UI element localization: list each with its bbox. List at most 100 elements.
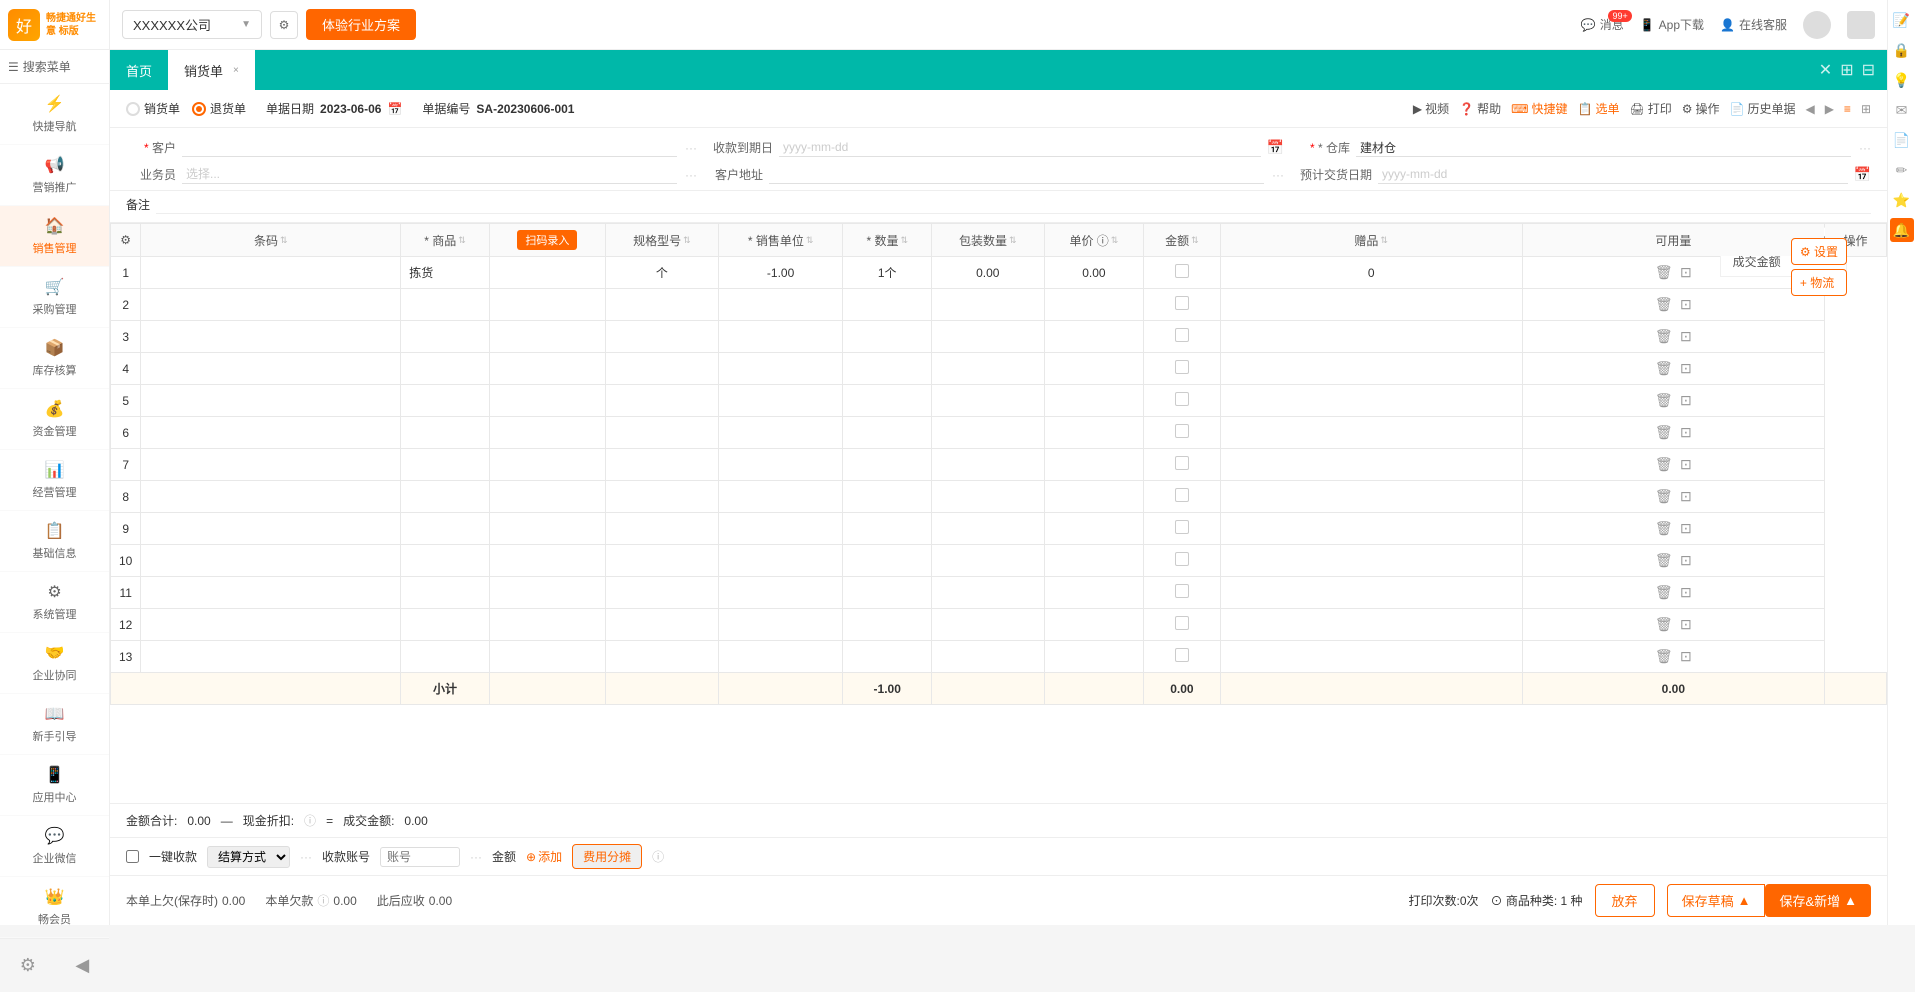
row-qty-13[interactable] bbox=[718, 641, 843, 673]
row-spec-7[interactable] bbox=[489, 449, 605, 481]
salesman-dots[interactable]: ··· bbox=[685, 168, 697, 182]
sidebar-item-inventory[interactable]: 📦 库存核算 bbox=[0, 328, 109, 389]
sidebar-settings-icon[interactable]: ⚙ bbox=[12, 947, 44, 984]
delete-icon[interactable]: 🗑 bbox=[1655, 648, 1673, 664]
row-product-5[interactable] bbox=[401, 385, 489, 417]
row-qty-4[interactable] bbox=[718, 353, 843, 385]
delete-icon[interactable]: 🗑 bbox=[1655, 584, 1673, 600]
trial-button[interactable]: 体验行业方案 bbox=[306, 9, 416, 40]
row-barcode-11[interactable] bbox=[141, 577, 401, 609]
online-service-item[interactable]: 👤 在线客服 bbox=[1720, 16, 1787, 33]
row-product-4[interactable] bbox=[401, 353, 489, 385]
row-barcode-2[interactable] bbox=[141, 289, 401, 321]
row-spec-13[interactable] bbox=[489, 641, 605, 673]
row-gift-1[interactable] bbox=[1144, 257, 1220, 289]
row-barcode-9[interactable] bbox=[141, 513, 401, 545]
copy-icon[interactable]: ⊡ bbox=[1680, 328, 1692, 344]
row-spec-9[interactable] bbox=[489, 513, 605, 545]
row-barcode-4[interactable] bbox=[141, 353, 401, 385]
addr-dots[interactable]: ··· bbox=[1272, 168, 1284, 182]
delete-icon[interactable]: 🗑 bbox=[1655, 264, 1673, 280]
row-product-8[interactable] bbox=[401, 481, 489, 513]
delete-icon[interactable]: 🗑 bbox=[1655, 552, 1673, 568]
row-price-6[interactable] bbox=[931, 417, 1044, 449]
save-draft-button[interactable]: 保存草稿 ▲ bbox=[1667, 884, 1766, 917]
row-barcode-13[interactable] bbox=[141, 641, 401, 673]
tab-sales-order[interactable]: 销货单 × bbox=[168, 50, 255, 90]
copy-icon[interactable]: ⊡ bbox=[1680, 616, 1692, 632]
customer-input[interactable] bbox=[182, 138, 677, 157]
sidebar-item-apps[interactable]: 📱 应用中心 bbox=[0, 755, 109, 816]
row-qty-8[interactable] bbox=[718, 481, 843, 513]
copy-icon[interactable]: ⊡ bbox=[1680, 520, 1692, 536]
row-product-13[interactable] bbox=[401, 641, 489, 673]
expense-split-button[interactable]: 费用分摊 bbox=[572, 844, 642, 869]
row-spec-11[interactable] bbox=[489, 577, 605, 609]
row-qty-3[interactable] bbox=[718, 321, 843, 353]
th-settings[interactable]: ⚙ bbox=[111, 224, 141, 257]
sidebar-item-wechat[interactable]: 💬 企业微信 bbox=[0, 816, 109, 877]
delete-icon[interactable]: 🗑 bbox=[1655, 424, 1673, 440]
copy-icon[interactable]: ⊡ bbox=[1680, 456, 1692, 472]
row-price-13[interactable] bbox=[931, 641, 1044, 673]
history-action[interactable]: 📄 历史单据 bbox=[1729, 100, 1795, 117]
select-action[interactable]: 📋 选单 bbox=[1577, 100, 1619, 117]
help-icon-due[interactable]: ⓘ bbox=[317, 892, 329, 909]
row-gift-8[interactable] bbox=[1144, 481, 1220, 513]
copy-icon[interactable]: ⊡ bbox=[1680, 264, 1692, 280]
help-action[interactable]: ❓ 帮助 bbox=[1459, 100, 1501, 117]
right-icon-7[interactable]: ⭐ bbox=[1890, 188, 1914, 212]
row-barcode-12[interactable] bbox=[141, 609, 401, 641]
due-date-calendar-icon[interactable]: 📅 bbox=[1267, 139, 1284, 156]
next-icon[interactable]: ▶ bbox=[1825, 102, 1834, 116]
copy-icon[interactable]: ⊡ bbox=[1680, 648, 1692, 664]
sales-order-radio[interactable]: 销货单 bbox=[126, 100, 180, 117]
settings-button-side[interactable]: ⚙ 设置 bbox=[1791, 238, 1847, 265]
tab-list-icon[interactable]: ⊟ bbox=[1862, 60, 1875, 80]
tab-grid-icon[interactable]: ⊞ bbox=[1840, 60, 1853, 80]
row-barcode-5[interactable] bbox=[141, 385, 401, 417]
row-barcode-7[interactable] bbox=[141, 449, 401, 481]
row-gift-6[interactable] bbox=[1144, 417, 1220, 449]
copy-icon[interactable]: ⊡ bbox=[1680, 296, 1692, 312]
row-spec-1[interactable] bbox=[489, 257, 605, 289]
row-price-5[interactable] bbox=[931, 385, 1044, 417]
row-spec-3[interactable] bbox=[489, 321, 605, 353]
prev-icon[interactable]: ◀ bbox=[1805, 102, 1814, 116]
row-barcode-8[interactable] bbox=[141, 481, 401, 513]
row-gift-13[interactable] bbox=[1144, 641, 1220, 673]
expected-date-input[interactable] bbox=[1378, 165, 1848, 184]
row-qty-7[interactable] bbox=[718, 449, 843, 481]
row-price-12[interactable] bbox=[931, 609, 1044, 641]
company-selector[interactable]: XXXXXX公司 ▼ bbox=[122, 10, 262, 39]
row-price-8[interactable] bbox=[931, 481, 1044, 513]
account-dots[interactable]: ··· bbox=[470, 850, 482, 864]
user-avatar[interactable] bbox=[1803, 11, 1831, 39]
expected-date-calendar-icon[interactable]: 📅 bbox=[1854, 166, 1871, 183]
user-menu-icon[interactable] bbox=[1847, 11, 1875, 39]
row-barcode-10[interactable] bbox=[141, 545, 401, 577]
one-click-checkbox[interactable] bbox=[126, 850, 139, 863]
row-qty-9[interactable] bbox=[718, 513, 843, 545]
copy-icon[interactable]: ⊡ bbox=[1680, 392, 1692, 408]
row-product-12[interactable] bbox=[401, 609, 489, 641]
row-price-3[interactable] bbox=[931, 321, 1044, 353]
row-price-2[interactable] bbox=[931, 289, 1044, 321]
row-gift-9[interactable] bbox=[1144, 513, 1220, 545]
row-spec-4[interactable] bbox=[489, 353, 605, 385]
row-product-3[interactable] bbox=[401, 321, 489, 353]
delete-icon[interactable]: 🗑 bbox=[1655, 616, 1673, 632]
row-qty-10[interactable] bbox=[718, 545, 843, 577]
return-order-radio[interactable]: 退货单 bbox=[192, 100, 246, 117]
save-new-button[interactable]: 保存&新增 ▲ bbox=[1765, 884, 1871, 917]
row-spec-6[interactable] bbox=[489, 417, 605, 449]
right-icon-3[interactable]: 💡 bbox=[1890, 68, 1914, 92]
help-circle-icon[interactable]: ⓘ bbox=[304, 812, 316, 829]
warehouse-dots[interactable]: ··· bbox=[1859, 141, 1871, 155]
row-price-7[interactable] bbox=[931, 449, 1044, 481]
row-price-1[interactable]: 0.00 bbox=[931, 257, 1044, 289]
row-qty-2[interactable] bbox=[718, 289, 843, 321]
sidebar-item-system[interactable]: ⚙ 系统管理 bbox=[0, 572, 109, 633]
delete-icon[interactable]: 🗑 bbox=[1655, 488, 1673, 504]
row-price-9[interactable] bbox=[931, 513, 1044, 545]
